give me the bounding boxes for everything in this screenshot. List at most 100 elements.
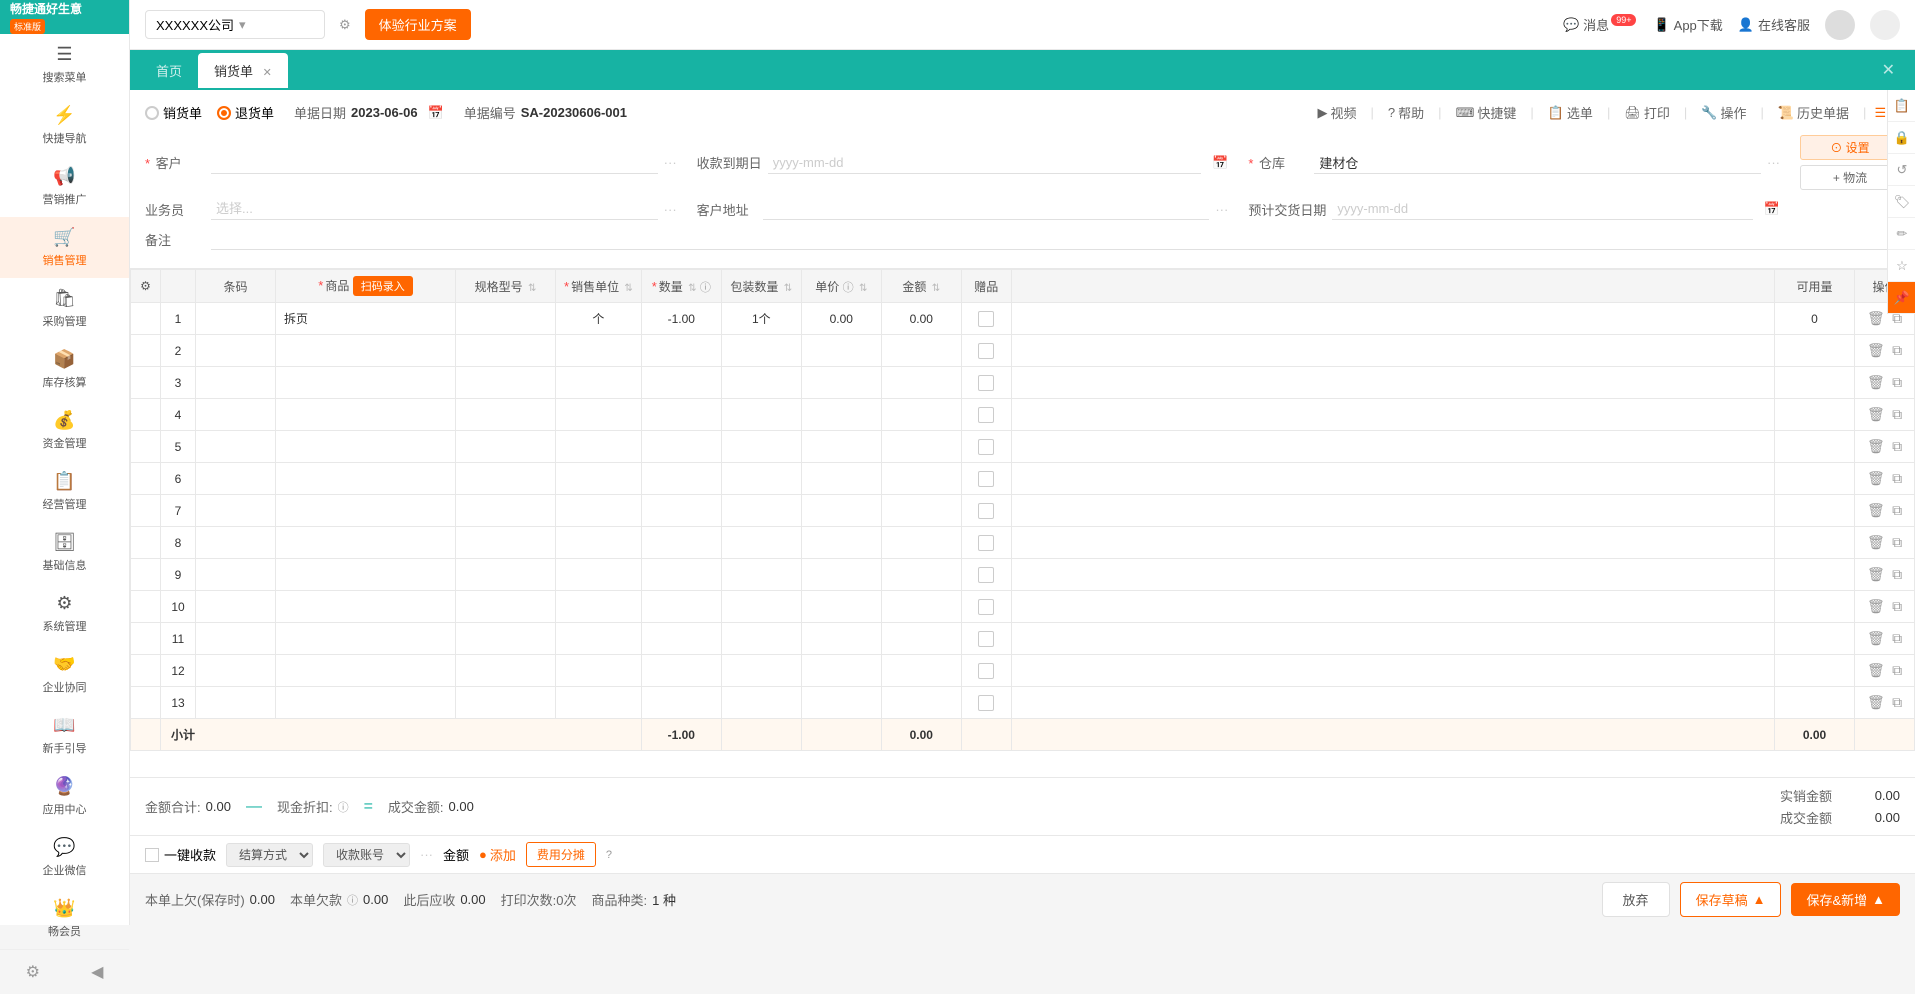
sidebar-item-3[interactable]: 🛒销售管理	[0, 217, 129, 278]
copy-row-btn-1[interactable]: ⧉	[1890, 340, 1904, 361]
delete-row-btn-0[interactable]: 🗑	[1865, 308, 1887, 329]
cell-gift-1[interactable]	[961, 335, 1011, 367]
copy-row-btn-8[interactable]: ⧉	[1890, 564, 1904, 585]
cell-barcode-8[interactable]	[196, 559, 276, 591]
date-value[interactable]: 2023-06-06	[351, 105, 418, 120]
tab-close-icon[interactable]: ✕	[263, 67, 272, 79]
customer-addr-input[interactable]	[763, 198, 1210, 220]
cell-price-1[interactable]	[801, 335, 881, 367]
copy-row-btn-2[interactable]: ⧉	[1890, 372, 1904, 393]
delivery-calendar-icon[interactable]: 📅	[1764, 201, 1780, 217]
barcode-input-9[interactable]	[204, 599, 267, 614]
cell-barcode-3[interactable]	[196, 399, 276, 431]
tab-sales[interactable]: 销货单 ✕	[198, 53, 288, 88]
cell-spec-1[interactable]	[456, 335, 556, 367]
copy-row-btn-10[interactable]: ⧉	[1890, 628, 1904, 649]
cell-gift-9[interactable]	[961, 591, 1011, 623]
side-panel-orange-btn[interactable]: 📌	[1888, 282, 1915, 314]
company-selector[interactable]: XXXXXX公司 ▾	[145, 10, 325, 39]
cell-barcode-11[interactable]	[196, 655, 276, 687]
cell-qty-1[interactable]	[641, 335, 721, 367]
list-view-btn[interactable]: ☰	[1874, 105, 1886, 121]
cell-price-2[interactable]	[801, 367, 881, 399]
side-panel-tag-btn[interactable]: 🏷	[1888, 186, 1915, 218]
cell-gift-8[interactable]	[961, 559, 1011, 591]
cell-price-0[interactable]: 0.00	[801, 303, 881, 335]
close-tab-btn[interactable]: ✕	[1872, 60, 1905, 80]
cell-qty-3[interactable]	[641, 399, 721, 431]
sidebar-item-10[interactable]: 🤝企业协同	[0, 644, 129, 705]
copy-row-btn-5[interactable]: ⧉	[1890, 468, 1904, 489]
cell-spec-8[interactable]	[456, 559, 556, 591]
cell-qty-8[interactable]	[641, 559, 721, 591]
barcode-input-4[interactable]	[204, 439, 267, 454]
app-download-btn[interactable]: 📱 App下载	[1653, 15, 1722, 34]
cell-barcode-12[interactable]	[196, 687, 276, 719]
barcode-input-2[interactable]	[204, 375, 267, 390]
customer-dots-btn[interactable]: ···	[664, 155, 677, 170]
save-new-btn[interactable]: 保存&新增 ▲	[1791, 883, 1900, 916]
payment-dots-btn[interactable]: ···	[420, 847, 433, 862]
delete-row-btn-4[interactable]: 🗑	[1865, 436, 1887, 457]
tab-home[interactable]: 首页	[140, 53, 198, 88]
cell-barcode-9[interactable]	[196, 591, 276, 623]
scan-btn[interactable]: 扫码录入	[353, 276, 413, 296]
customer-input[interactable]	[211, 152, 658, 174]
copy-row-btn-4[interactable]: ⧉	[1890, 436, 1904, 457]
cell-qty-2[interactable]	[641, 367, 721, 399]
barcode-input-11[interactable]	[204, 663, 267, 678]
side-panel-notes-btn[interactable]: 📋	[1888, 90, 1915, 122]
cell-qty-6[interactable]	[641, 495, 721, 527]
cell-gift-6[interactable]	[961, 495, 1011, 527]
barcode-input-12[interactable]	[204, 695, 267, 710]
cell-gift-4[interactable]	[961, 431, 1011, 463]
select-btn[interactable]: 📋 选单	[1542, 100, 1599, 125]
cell-gift-10[interactable]	[961, 623, 1011, 655]
sidebar-item-11[interactable]: 📖新手引导	[0, 705, 129, 766]
cell-price-6[interactable]	[801, 495, 881, 527]
cell-gift-0[interactable]	[961, 303, 1011, 335]
payment-add-btn[interactable]: ● 添加	[479, 845, 516, 864]
sidebar-item-9[interactable]: ⚙系统管理	[0, 583, 129, 644]
delete-row-btn-9[interactable]: 🗑	[1865, 596, 1887, 617]
cell-qty-10[interactable]	[641, 623, 721, 655]
cell-barcode-6[interactable]	[196, 495, 276, 527]
trial-btn[interactable]: 体验行业方案	[365, 9, 471, 40]
warehouse-input[interactable]	[1314, 152, 1761, 174]
copy-row-btn-3[interactable]: ⧉	[1890, 404, 1904, 425]
cell-barcode-10[interactable]	[196, 623, 276, 655]
payment-checkbox-wrapper[interactable]: 一键收款	[145, 845, 216, 864]
history-btn[interactable]: 📜 历史单据	[1772, 100, 1855, 125]
cell-price-5[interactable]	[801, 463, 881, 495]
sidebar-item-5[interactable]: 📦库存核算	[0, 339, 129, 400]
delete-row-btn-8[interactable]: 🗑	[1865, 564, 1887, 585]
sidebar-settings-btn[interactable]: ⚙	[18, 958, 48, 986]
barcode-input-7[interactable]	[204, 535, 267, 550]
cell-spec-5[interactable]	[456, 463, 556, 495]
due-date-calendar-icon[interactable]: 📅	[1212, 155, 1228, 171]
sidebar-item-1[interactable]: ⚡快捷导航	[0, 95, 129, 156]
messages-btn[interactable]: 💬 消息 99+	[1563, 15, 1638, 34]
date-calendar-icon[interactable]: 📅	[428, 105, 444, 121]
copy-row-btn-11[interactable]: ⧉	[1890, 660, 1904, 681]
cell-barcode-7[interactable]	[196, 527, 276, 559]
cell-spec-9[interactable]	[456, 591, 556, 623]
side-panel-refresh-btn[interactable]: ↺	[1888, 154, 1915, 186]
sidebar-item-12[interactable]: 🔮应用中心	[0, 766, 129, 827]
barcode-input-1[interactable]	[204, 343, 267, 358]
delete-row-btn-5[interactable]: 🗑	[1865, 468, 1887, 489]
barcode-input-10[interactable]	[204, 631, 267, 646]
video-btn[interactable]: ▶ 视频	[1312, 100, 1363, 125]
barcode-input-8[interactable]	[204, 567, 267, 582]
barcode-input-0[interactable]	[204, 311, 267, 326]
salesperson-dots-btn[interactable]: ···	[664, 202, 677, 217]
cell-qty-0[interactable]: -1.00	[641, 303, 721, 335]
cell-price-8[interactable]	[801, 559, 881, 591]
copy-row-btn-12[interactable]: ⧉	[1890, 692, 1904, 713]
delete-row-btn-10[interactable]: 🗑	[1865, 628, 1887, 649]
barcode-input-6[interactable]	[204, 503, 267, 518]
sidebar-item-0[interactable]: ☰搜索菜单	[0, 34, 129, 95]
cell-price-4[interactable]	[801, 431, 881, 463]
cell-price-9[interactable]	[801, 591, 881, 623]
cell-gift-12[interactable]	[961, 687, 1011, 719]
